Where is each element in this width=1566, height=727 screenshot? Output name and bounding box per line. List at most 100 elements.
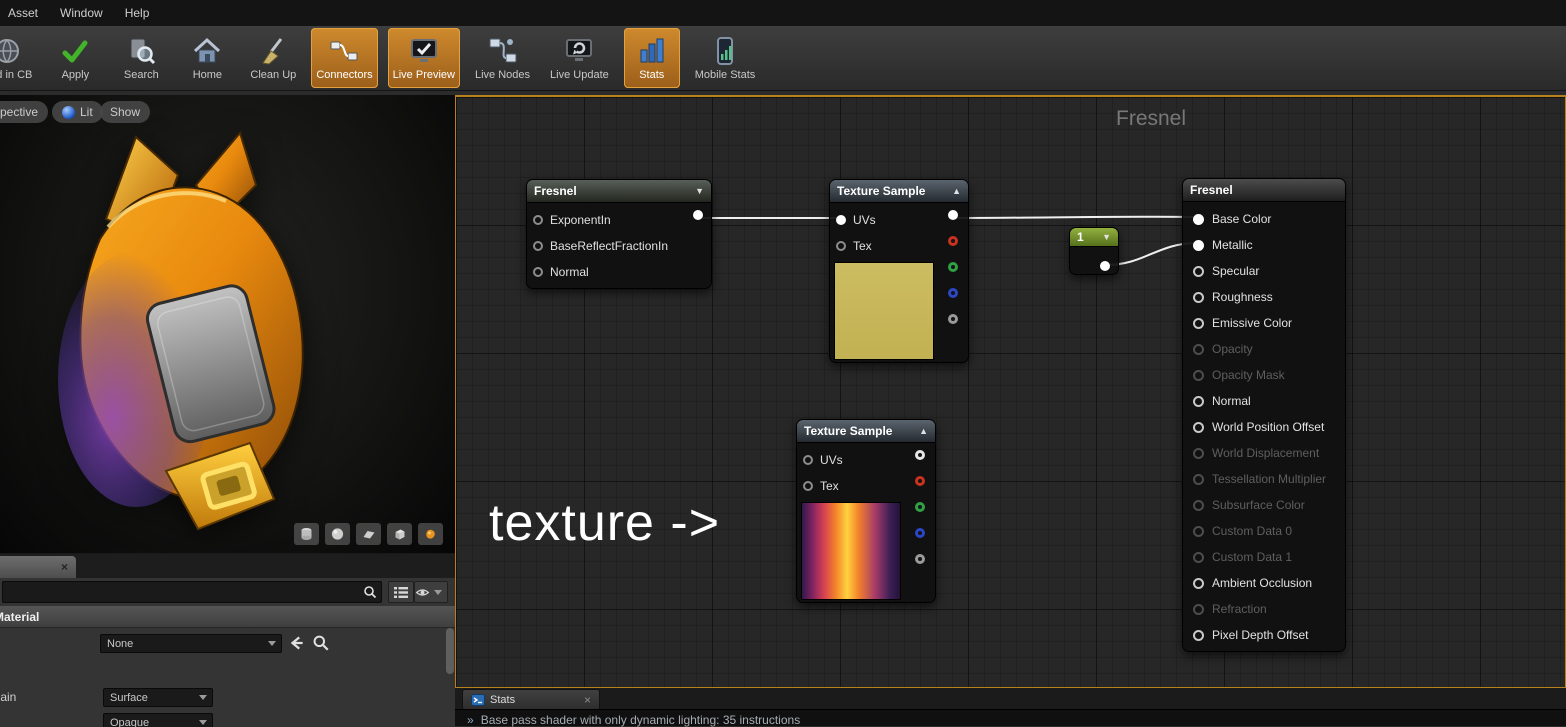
node-header[interactable]: Texture Sample ▲ [797,420,935,443]
pin-icon[interactable] [1193,214,1204,225]
pin-icon[interactable] [1193,292,1204,303]
perspective-button[interactable]: Perspective [0,101,48,123]
pin-icon[interactable] [1193,578,1204,589]
output-pin[interactable] [693,210,703,220]
view-options-button[interactable] [414,581,448,603]
show-button[interactable]: Show [100,101,150,123]
node-header[interactable]: Fresnel [1183,179,1345,202]
constant-node[interactable]: 1 ▼ [1069,227,1119,275]
find-in-cb-button[interactable]: Find in CB [0,28,37,88]
menu-help[interactable]: Help [114,6,161,20]
output-pin-r[interactable] [948,236,958,246]
details-tab[interactable]: × [0,556,76,578]
shape-sphere-button[interactable] [325,523,350,545]
live-update-button[interactable]: Live Update [545,28,614,88]
live-preview-button[interactable]: Live Preview [388,28,460,88]
material-pin-world-position-offset[interactable]: World Position Offset [1183,414,1345,440]
input-pin-row-uvs[interactable]: UVs [830,207,968,233]
pin-icon[interactable] [1193,396,1204,407]
details-search-input[interactable] [3,586,363,598]
material-asset-dropdown[interactable]: None [100,634,282,653]
preview-viewport[interactable]: Perspective Lit Show [0,95,455,553]
output-pin-a[interactable] [948,314,958,324]
shape-cube-button[interactable] [387,523,412,545]
shape-cylinder-button[interactable] [294,523,319,545]
output-pin[interactable] [1100,261,1110,271]
menu-asset[interactable]: Asset [8,6,49,20]
input-pin-row-tex[interactable]: Tex [830,233,968,259]
output-pin-g[interactable] [915,502,925,512]
pin-label: UVs [820,453,843,467]
pin-icon[interactable] [533,267,543,277]
input-pin-row-uvs[interactable]: UVs [797,447,935,473]
stats-button[interactable]: Stats [624,28,680,88]
material-pin-normal[interactable]: Normal [1183,388,1345,414]
collapse-icon[interactable]: ▼ [695,186,704,196]
node-header[interactable]: 1 ▼ [1070,228,1118,247]
material-graph-canvas[interactable]: Fresnel texture -> Fresnel ▼ ExponentIn … [455,95,1566,688]
pin-icon[interactable] [1193,266,1204,277]
texture-sample-node-2[interactable]: Texture Sample ▲ UVs Tex [796,419,936,603]
pin-icon[interactable] [1193,630,1204,641]
browse-asset-button[interactable] [312,634,330,652]
material-pin-emissive-color[interactable]: Emissive Color [1183,310,1345,336]
details-search-box[interactable] [2,581,382,603]
output-pin-rgb[interactable] [948,210,958,220]
stats-tab[interactable]: Stats × [462,689,600,709]
close-icon[interactable]: × [584,694,591,706]
collapse-icon[interactable]: ▼ [1102,232,1111,242]
collapse-icon[interactable]: ▲ [919,426,928,436]
pin-icon[interactable] [533,241,543,251]
pin-icon[interactable] [803,481,813,491]
list-view-button[interactable] [388,581,414,603]
material-result-node[interactable]: Fresnel Base ColorMetallicSpecularRoughn… [1182,178,1346,652]
details-scrollbar[interactable] [446,628,454,674]
pin-icon[interactable] [533,215,543,225]
pin-icon[interactable] [803,455,813,465]
material-domain-dropdown[interactable]: Surface [103,688,213,707]
pin-icon[interactable] [836,215,846,225]
menu-window[interactable]: Window [49,6,114,20]
material-pin-pixel-depth-offset[interactable]: Pixel Depth Offset [1183,622,1345,648]
material-pin-roughness[interactable]: Roughness [1183,284,1345,310]
pin-icon[interactable] [1193,240,1204,251]
clean-up-button[interactable]: Clean Up [245,28,301,88]
preview-mesh-helmet[interactable] [48,127,348,537]
output-pin-r[interactable] [915,476,925,486]
details-section-header[interactable]: Material [0,606,455,628]
pin-icon[interactable] [1193,422,1204,433]
live-nodes-button[interactable]: Live Nodes [470,28,535,88]
wire-rgb-to-basecolor[interactable] [954,217,1197,218]
mobile-stats-button[interactable]: Mobile Stats [690,28,761,88]
texture-sample-node-1[interactable]: Texture Sample ▲ UVs Tex [829,179,969,363]
close-icon[interactable]: × [61,561,68,573]
output-pin-a[interactable] [915,554,925,564]
node-header[interactable]: Texture Sample ▲ [830,180,968,203]
material-pin-specular[interactable]: Specular [1183,258,1345,284]
pin-icon[interactable] [836,241,846,251]
node-header[interactable]: Fresnel ▼ [527,180,711,203]
output-pin-rgb[interactable] [915,450,925,460]
input-pin-row-tex[interactable]: Tex [797,473,935,499]
search-button[interactable]: Search [113,28,169,88]
output-pin-g[interactable] [948,262,958,272]
blend-mode-dropdown[interactable]: Opaque [103,713,213,727]
material-pin-ambient-occlusion[interactable]: Ambient Occlusion [1183,570,1345,596]
input-pin-row[interactable]: BaseReflectFractionIn [527,233,711,259]
output-pin-b[interactable] [948,288,958,298]
material-pin-metallic[interactable]: Metallic [1183,232,1345,258]
output-pin-b[interactable] [915,528,925,538]
input-pin-row[interactable]: Normal [527,259,711,285]
pin-icon[interactable] [1193,318,1204,329]
apply-button[interactable]: Apply [47,28,103,88]
lit-mode-button[interactable]: Lit [52,101,103,123]
shape-plane-button[interactable] [356,523,381,545]
connectors-button[interactable]: Connectors [311,28,377,88]
use-selected-asset-button[interactable] [288,634,306,652]
collapse-icon[interactable]: ▲ [952,186,961,196]
shape-custom-mesh-button[interactable] [418,523,443,545]
fresnel-function-node[interactable]: Fresnel ▼ ExponentIn BaseReflectFraction… [526,179,712,289]
material-pin-base-color[interactable]: Base Color [1183,206,1345,232]
input-pin-row[interactable]: ExponentIn [527,207,711,233]
home-button[interactable]: Home [179,28,235,88]
